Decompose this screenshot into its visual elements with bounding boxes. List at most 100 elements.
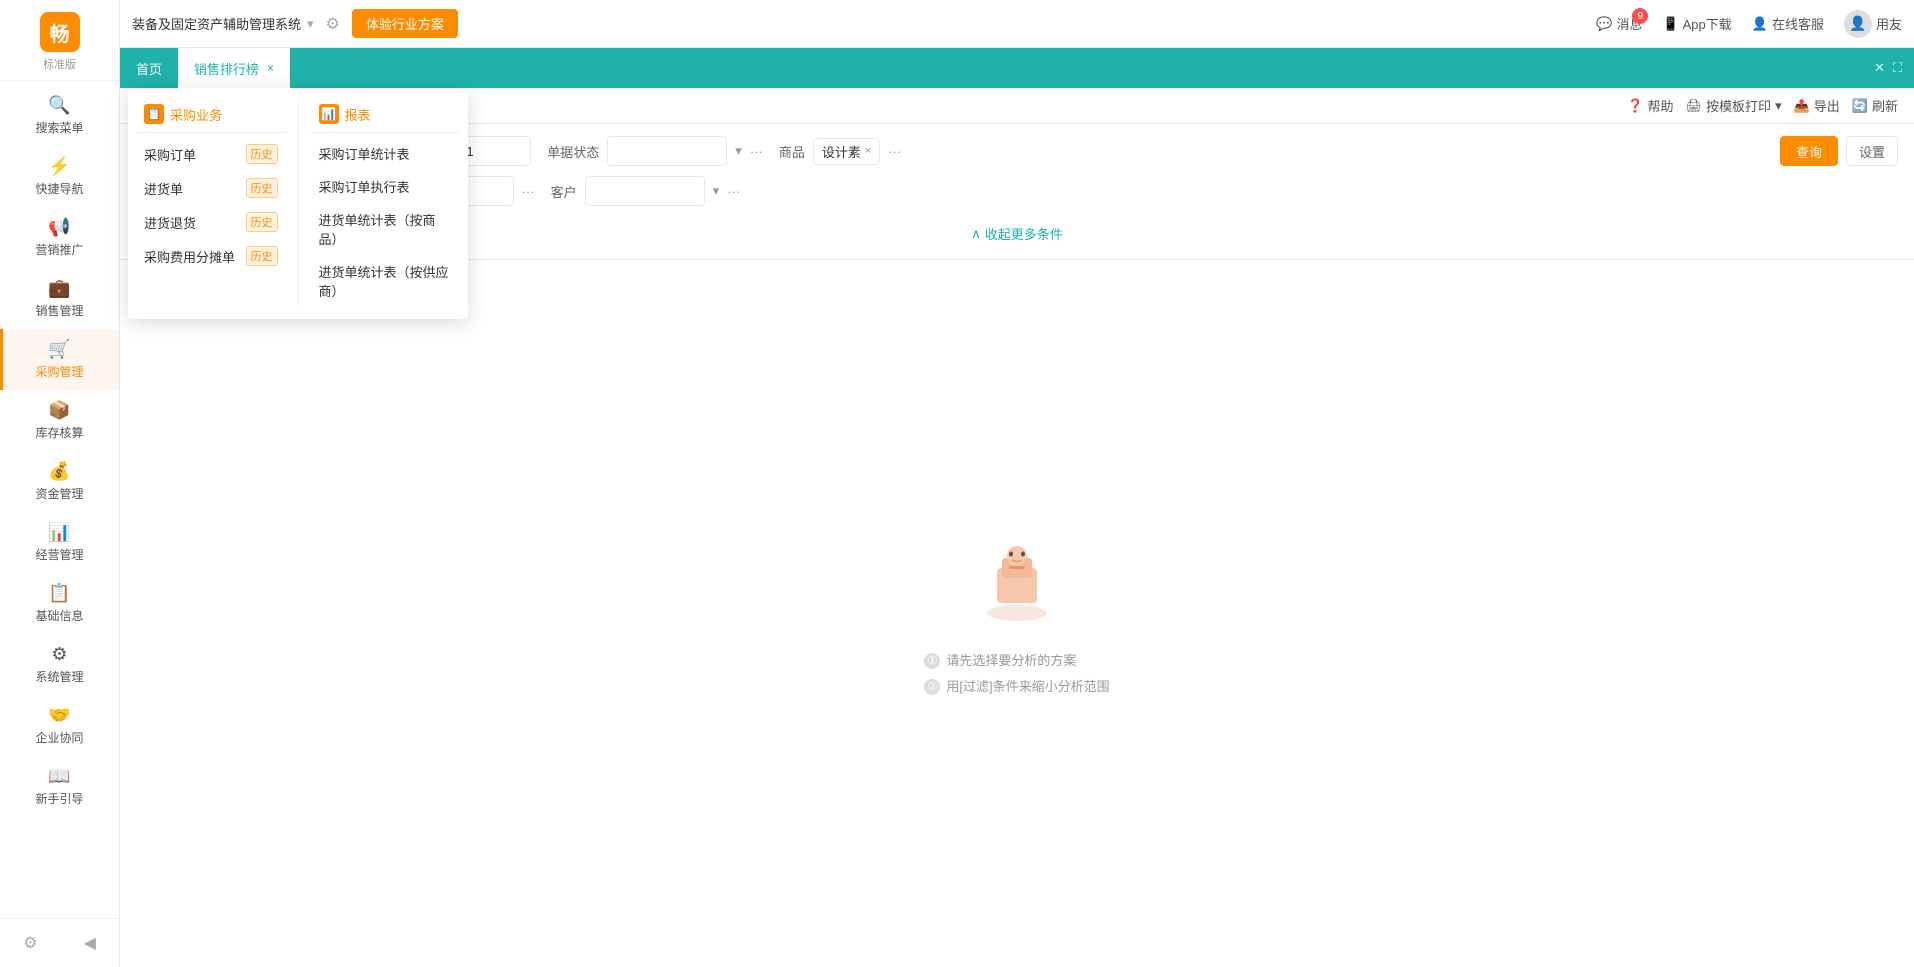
query-btn[interactable]: 查询 <box>1780 136 1838 166</box>
purchase-expense-history: 历史 <box>246 246 278 266</box>
sidebar-item-0[interactable]: 🔍 搜索菜单 <box>0 85 119 146</box>
customer-input[interactable] <box>585 176 705 206</box>
menu-item-stock-return[interactable]: 进货退货 历史 <box>136 205 286 239</box>
export-icon: 📤 <box>1794 98 1810 114</box>
sidebar-item-3[interactable]: 💼 销售管理 <box>0 268 119 329</box>
tab-expand-btn[interactable]: ⛶ <box>1893 60 1902 76</box>
sidebar-item-1[interactable]: ⚡ 快捷导航 <box>0 146 119 207</box>
goods-dots[interactable]: ··· <box>888 144 901 159</box>
sidebar-collapse-btn[interactable]: ◀ <box>76 929 104 957</box>
sidebar-item-5[interactable]: 📦 库存核算 <box>0 390 119 451</box>
menu-item-purchase-order-exec[interactable]: 采购订单执行表 <box>311 170 461 203</box>
sidebar-item-icon-10: 🤝 <box>48 705 70 726</box>
doc-status-dots[interactable]: ··· <box>750 144 763 159</box>
sidebar-item-7[interactable]: 📊 经营管理 <box>0 512 119 573</box>
purchase-col: 📋 采购业务 采购订单 历史 进货单 历史 进货退货 历史 采购费用分摊单 历史 <box>128 100 294 307</box>
dropdown-popup: 📋 采购业务 采购订单 历史 进货单 历史 进货退货 历史 采购费用分摊单 历史… <box>128 88 468 319</box>
export-btn[interactable]: 📤 导出 <box>1794 96 1840 115</box>
tab-home[interactable]: 首页 <box>120 48 178 88</box>
print-icon: 🖨 <box>1686 98 1703 114</box>
customer-dropdown[interactable]: ▾ <box>713 183 720 199</box>
customer-filter-group: 客户 ▾ ··· <box>551 176 741 206</box>
tabbar-right-actions: ✕ ⛶ <box>1874 60 1914 76</box>
purchase-col-header: 📋 采购业务 <box>136 100 286 133</box>
tip-text-2: 用[过滤]条件来缩小分析范围 <box>946 674 1109 700</box>
app-download-btn[interactable]: 📱 App下载 <box>1662 14 1731 33</box>
menu-item-stock-in-stat-supplier[interactable]: 进货单统计表（按供应商） <box>311 255 461 307</box>
refresh-icon: 🔄 <box>1852 98 1868 114</box>
tip-item-2: ② 用[过滤]条件来缩小分析范围 <box>924 674 1109 700</box>
tab-close-icon[interactable]: × <box>267 61 274 75</box>
sidebar-item-icon-6: 💰 <box>48 461 70 482</box>
salesman-dots[interactable]: ··· <box>522 184 535 199</box>
sidebar: 畅 标准版 🔍 搜索菜单 ⚡ 快捷导航 📢 营销推广 💼 销售管理 🛒 采购管理… <box>0 0 120 967</box>
help-label: 帮助 <box>1648 96 1674 115</box>
customer-dots[interactable]: ··· <box>727 184 740 199</box>
settings-btn[interactable]: 设置 <box>1846 136 1898 166</box>
sidebar-item-label-7: 经营管理 <box>35 546 83 563</box>
empty-tips: ① 请先选择要分析的方案 ② 用[过滤]条件来缩小分析范围 <box>924 648 1109 700</box>
sidebar-item-icon-9: ⚙ <box>51 644 67 665</box>
print-dropdown-icon: ▾ <box>1775 98 1782 114</box>
user-menu-btn[interactable]: 👤 用友 <box>1844 10 1902 38</box>
customer-label: 客户 <box>551 182 577 201</box>
doc-status-input[interactable] <box>607 136 727 166</box>
sidebar-item-8[interactable]: 📋 基础信息 <box>0 573 119 634</box>
stock-in-label: 进货单 <box>144 179 183 198</box>
sidebar-item-10[interactable]: 🤝 企业协同 <box>0 695 119 756</box>
stock-in-stat-goods-label: 进货单统计表（按商品） <box>319 210 453 248</box>
tab-sales-rank-label: 销售排行榜 <box>194 59 259 78</box>
sidebar-nav: 🔍 搜索菜单 ⚡ 快捷导航 📢 营销推广 💼 销售管理 🛒 采购管理 📦 库存核… <box>0 81 119 918</box>
goods-filter-group: 商品 设计素 × ··· <box>779 138 901 165</box>
tab-sales-rank[interactable]: 销售排行榜 × <box>178 48 290 88</box>
topbar-settings-icon[interactable]: ⚙ <box>326 14 340 34</box>
goods-tag-close[interactable]: × <box>865 145 871 157</box>
sidebar-item-icon-11: 📖 <box>48 766 70 787</box>
sidebar-item-icon-4: 🛒 <box>48 339 70 360</box>
sidebar-item-4[interactable]: 🛒 采购管理 <box>0 329 119 390</box>
empty-illustration <box>967 528 1067 628</box>
sidebar-item-label-5: 库存核算 <box>35 424 83 441</box>
goods-label: 商品 <box>779 142 805 161</box>
empty-state: ① 请先选择要分析的方案 ② 用[过滤]条件来缩小分析范围 <box>120 260 1914 967</box>
online-service-btn[interactable]: 👤 在线客服 <box>1752 14 1824 33</box>
sidebar-item-label-3: 销售管理 <box>35 302 83 319</box>
menu-item-purchase-expense[interactable]: 采购费用分摊单 历史 <box>136 239 286 273</box>
doc-status-group: 单据状态 ▾ ··· <box>547 136 763 166</box>
print-template-btn[interactable]: 🖨 按模板打印 ▾ <box>1686 96 1782 115</box>
sidebar-item-label-10: 企业协同 <box>35 729 83 746</box>
sidebar-settings-btn[interactable]: ⚙ <box>15 929 45 957</box>
sidebar-logo: 畅 标准版 <box>0 0 119 81</box>
report-col-icon: 📊 <box>319 104 339 124</box>
stock-in-history: 历史 <box>246 178 278 198</box>
topbar-right: 💬 消息 9 📱 App下载 👤 在线客服 👤 用友 <box>1596 10 1902 38</box>
menu-item-purchase-order[interactable]: 采购订单 历史 <box>136 137 286 171</box>
sidebar-item-9[interactable]: ⚙ 系统管理 <box>0 634 119 695</box>
menu-item-purchase-order-stat[interactable]: 采购订单统计表 <box>311 137 461 170</box>
export-label: 导出 <box>1814 96 1840 115</box>
filter-actions: 查询 设置 <box>1780 136 1898 166</box>
purchase-expense-label: 采购费用分摊单 <box>144 247 235 266</box>
report-col: 📊 报表 采购订单统计表 采购订单执行表 进货单统计表（按商品） 进货单统计表（… <box>303 100 469 307</box>
topbar-dropdown-btn[interactable]: ▾ <box>307 16 314 32</box>
sidebar-item-11[interactable]: 📖 新手引导 <box>0 756 119 817</box>
menu-item-stock-in[interactable]: 进货单 历史 <box>136 171 286 205</box>
sidebar-item-6[interactable]: 💰 资金管理 <box>0 451 119 512</box>
tip-num-2: ② <box>924 679 940 695</box>
sidebar-item-label-2: 营销推广 <box>35 241 83 258</box>
sidebar-item-label-0: 搜索菜单 <box>35 119 83 136</box>
sidebar-item-2[interactable]: 📢 营销推广 <box>0 207 119 268</box>
user-label: 用友 <box>1876 14 1902 33</box>
notification-btn[interactable]: 💬 消息 9 <box>1596 14 1642 33</box>
refresh-btn[interactable]: 🔄 刷新 <box>1852 96 1898 115</box>
tab-close-btn[interactable]: ✕ <box>1874 60 1885 76</box>
menu-item-stock-in-stat-goods[interactable]: 进货单统计表（按商品） <box>311 203 461 255</box>
tip-item-1: ① 请先选择要分析的方案 <box>924 648 1109 674</box>
help-btn[interactable]: ❓ 帮助 <box>1627 96 1673 115</box>
doc-status-dropdown[interactable]: ▾ <box>735 143 742 159</box>
purchase-order-label: 采购订单 <box>144 145 196 164</box>
service-icon: 👤 <box>1752 16 1768 32</box>
sidebar-item-label-9: 系统管理 <box>35 668 83 685</box>
industry-btn[interactable]: 体验行业方案 <box>352 9 458 38</box>
collapse-label: 收起更多条件 <box>985 224 1063 243</box>
